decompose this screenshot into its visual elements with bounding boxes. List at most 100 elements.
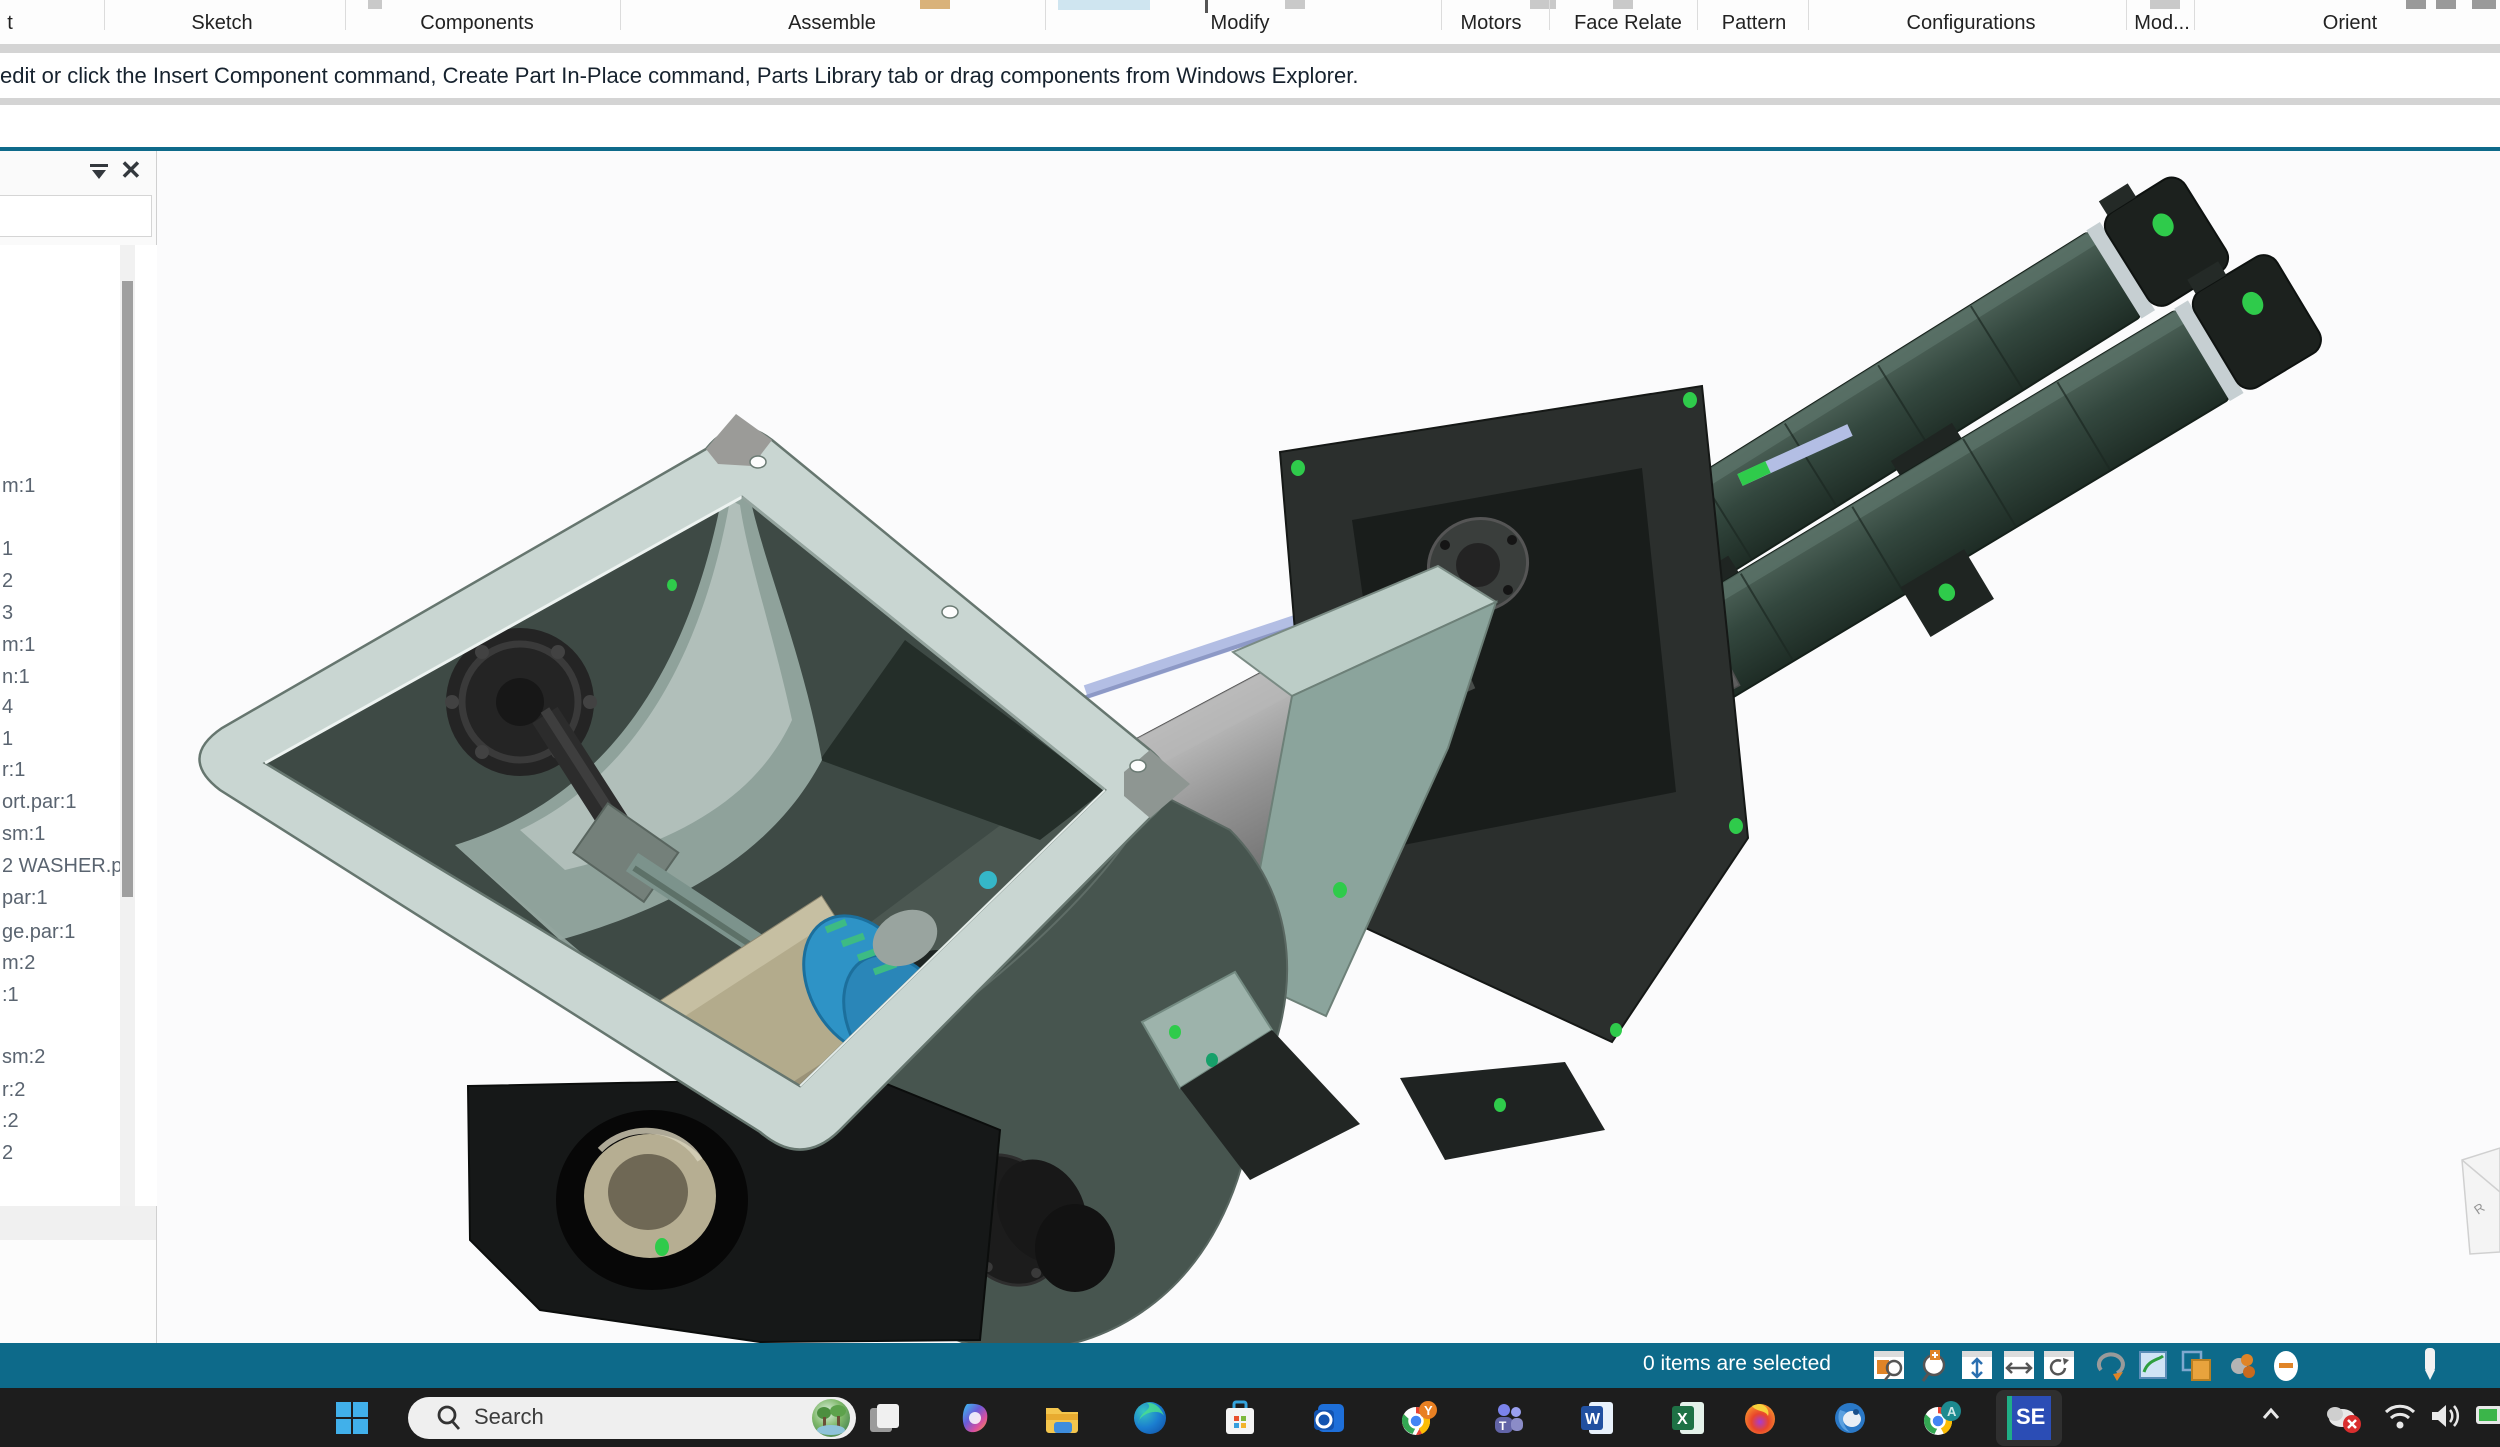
ribbon-group-orient[interactable]: Orient (2260, 10, 2440, 36)
ribbon-button-fragment[interactable] (368, 0, 382, 9)
ribbon-button-selected-fragment[interactable] (1058, 0, 1150, 10)
tray-chevron-icon[interactable] (2256, 1400, 2286, 1435)
ribbon-separator (1697, 0, 1698, 30)
panel-footer (0, 1240, 156, 1343)
list-item[interactable]: ort.par:1 (2, 788, 76, 816)
pan-view-icon[interactable] (2001, 1348, 2037, 1384)
wifi-icon[interactable] (2382, 1400, 2418, 1437)
list-item[interactable]: r:1 (2, 756, 25, 784)
excel-icon[interactable]: X (1670, 1400, 1706, 1436)
windows-taskbar: Search Y T W X A SE (0, 1388, 2500, 1447)
sketch-view-icon[interactable] (2136, 1348, 2172, 1384)
ribbon-separator (345, 0, 346, 30)
tree-scrollbar-thumb[interactable] (122, 281, 133, 897)
zoom-slider-handle[interactable] (2420, 1346, 2456, 1382)
svg-text:X: X (1677, 1411, 1688, 1428)
file-explorer-icon[interactable] (1044, 1400, 1080, 1436)
firefox-icon[interactable] (1742, 1400, 1778, 1436)
list-item[interactable]: m:2 (2, 949, 35, 977)
svg-text:Y: Y (1424, 1403, 1433, 1418)
ribbon-group-mod[interactable]: Mod... (2072, 10, 2252, 36)
edge-icon[interactable] (1132, 1400, 1168, 1436)
ribbon-button-fragment[interactable] (1613, 0, 1633, 9)
list-item[interactable]: m:1 (2, 631, 35, 659)
ribbon-group-sketch[interactable]: Sketch (132, 10, 312, 36)
ribbon-button-fragment[interactable] (1530, 0, 1556, 9)
list-item[interactable]: 1 (2, 725, 13, 753)
list-item[interactable]: n:1 (2, 663, 30, 691)
search-label: Search (474, 1404, 544, 1429)
ribbon-group-pattern[interactable]: Pattern (1664, 10, 1844, 36)
assembly-3d-view[interactable]: R (157, 151, 2500, 1352)
refresh-view-icon[interactable] (2041, 1348, 2077, 1384)
taskbar-search-icon (437, 1405, 461, 1430)
list-item[interactable]: 2 WASHER.pa (2, 852, 134, 880)
autohide-panel-icon[interactable] (88, 161, 110, 188)
assembly-tree: m:1 1 2 3 m:1 n:1 4 1 r:1 ort.par:1 sm:1… (0, 245, 157, 1206)
copilot-icon[interactable] (957, 1400, 993, 1436)
zoom-out-icon[interactable] (2268, 1348, 2304, 1384)
zoom-in-icon[interactable] (1918, 1348, 1954, 1384)
gearbox-block[interactable] (466, 1076, 1002, 1344)
list-item[interactable]: :1 (2, 981, 19, 1009)
battery-icon[interactable] (2474, 1400, 2500, 1437)
selection-count: 0 items are selected (1643, 1352, 1831, 1375)
ribbon-button-fragment[interactable] (2436, 0, 2456, 9)
ribbon-separator (2126, 0, 2127, 30)
ribbon-button-fragment[interactable] (1285, 0, 1305, 9)
ribbon-button-fragment[interactable] (2406, 0, 2426, 9)
ribbon-group-assemble[interactable]: Assemble (742, 10, 922, 36)
chrome-profile-y-icon[interactable]: Y (1400, 1400, 1437, 1436)
ribbon-separator (1045, 0, 1046, 30)
style-icon[interactable] (2225, 1348, 2261, 1384)
ribbon-group-components[interactable]: Components (387, 10, 567, 36)
outlook-icon[interactable] (1312, 1400, 1348, 1436)
teams-icon[interactable]: T (1490, 1400, 1526, 1436)
tree-scrollbar[interactable] (120, 245, 135, 1206)
onedrive-error-icon[interactable] (2322, 1400, 2366, 1439)
close-panel-icon[interactable]: ✕ (120, 155, 142, 186)
prompt-text: edit or click the Insert Component comma… (0, 63, 1359, 88)
inspect-icon[interactable] (1872, 1348, 1908, 1384)
microsoft-store-icon[interactable] (1222, 1400, 1258, 1436)
search-box[interactable]: Search (408, 1397, 856, 1439)
prompt-bar: edit or click the Insert Component comma… (0, 53, 2500, 98)
search-highlight-image[interactable] (810, 1397, 852, 1439)
divider (0, 98, 2500, 105)
ribbon-button-fragment[interactable] (920, 0, 950, 9)
volume-icon[interactable] (2428, 1400, 2466, 1437)
rotate-icon[interactable] (2093, 1348, 2129, 1384)
search-input[interactable] (0, 195, 152, 237)
status-bar: 0 items are selected (0, 1343, 2500, 1388)
task-view-icon[interactable] (867, 1400, 903, 1436)
list-item[interactable]: 2 (2, 1139, 13, 1167)
cad-model: R (198, 176, 2500, 1352)
view-cube[interactable]: R (2461, 1147, 2500, 1255)
list-item[interactable]: 1 (2, 535, 13, 563)
list-item[interactable]: 2 (2, 567, 13, 595)
ribbon-group-cutoff[interactable]: t (0, 10, 100, 36)
word-icon[interactable]: W (1579, 1400, 1615, 1436)
ribbon-group-configurations[interactable]: Configurations (1881, 10, 2061, 36)
list-item[interactable]: 3 (2, 599, 13, 627)
solid-edge-icon: SE (2007, 1396, 2051, 1440)
ribbon-button-fragment[interactable] (2150, 0, 2180, 9)
overlap-windows-icon[interactable] (2179, 1348, 2215, 1384)
solid-edge-taskbar-tile[interactable]: SE (1996, 1390, 2062, 1446)
list-item[interactable]: sm:2 (2, 1043, 45, 1071)
list-item[interactable]: :2 (2, 1107, 19, 1135)
list-item[interactable]: 4 (2, 693, 13, 721)
list-item[interactable]: ge.par:1 (2, 918, 75, 946)
ribbon-button-fragment[interactable] (2472, 0, 2496, 9)
list-item[interactable]: sm:1 (2, 820, 45, 848)
start-button-icon[interactable] (334, 1400, 370, 1436)
thunderbird-icon[interactable] (1832, 1400, 1868, 1436)
ribbon-separator (620, 0, 621, 30)
list-item[interactable]: r:2 (2, 1076, 25, 1104)
chrome-profile-a-icon[interactable]: A (1922, 1400, 1961, 1436)
gimbal-frame[interactable] (1230, 384, 1750, 1044)
list-item[interactable]: par:1 (2, 884, 48, 912)
list-item[interactable]: m:1 (2, 472, 35, 500)
fit-view-icon[interactable] (1959, 1348, 1995, 1384)
ribbon-group-modify[interactable]: Modify (1150, 10, 1330, 36)
